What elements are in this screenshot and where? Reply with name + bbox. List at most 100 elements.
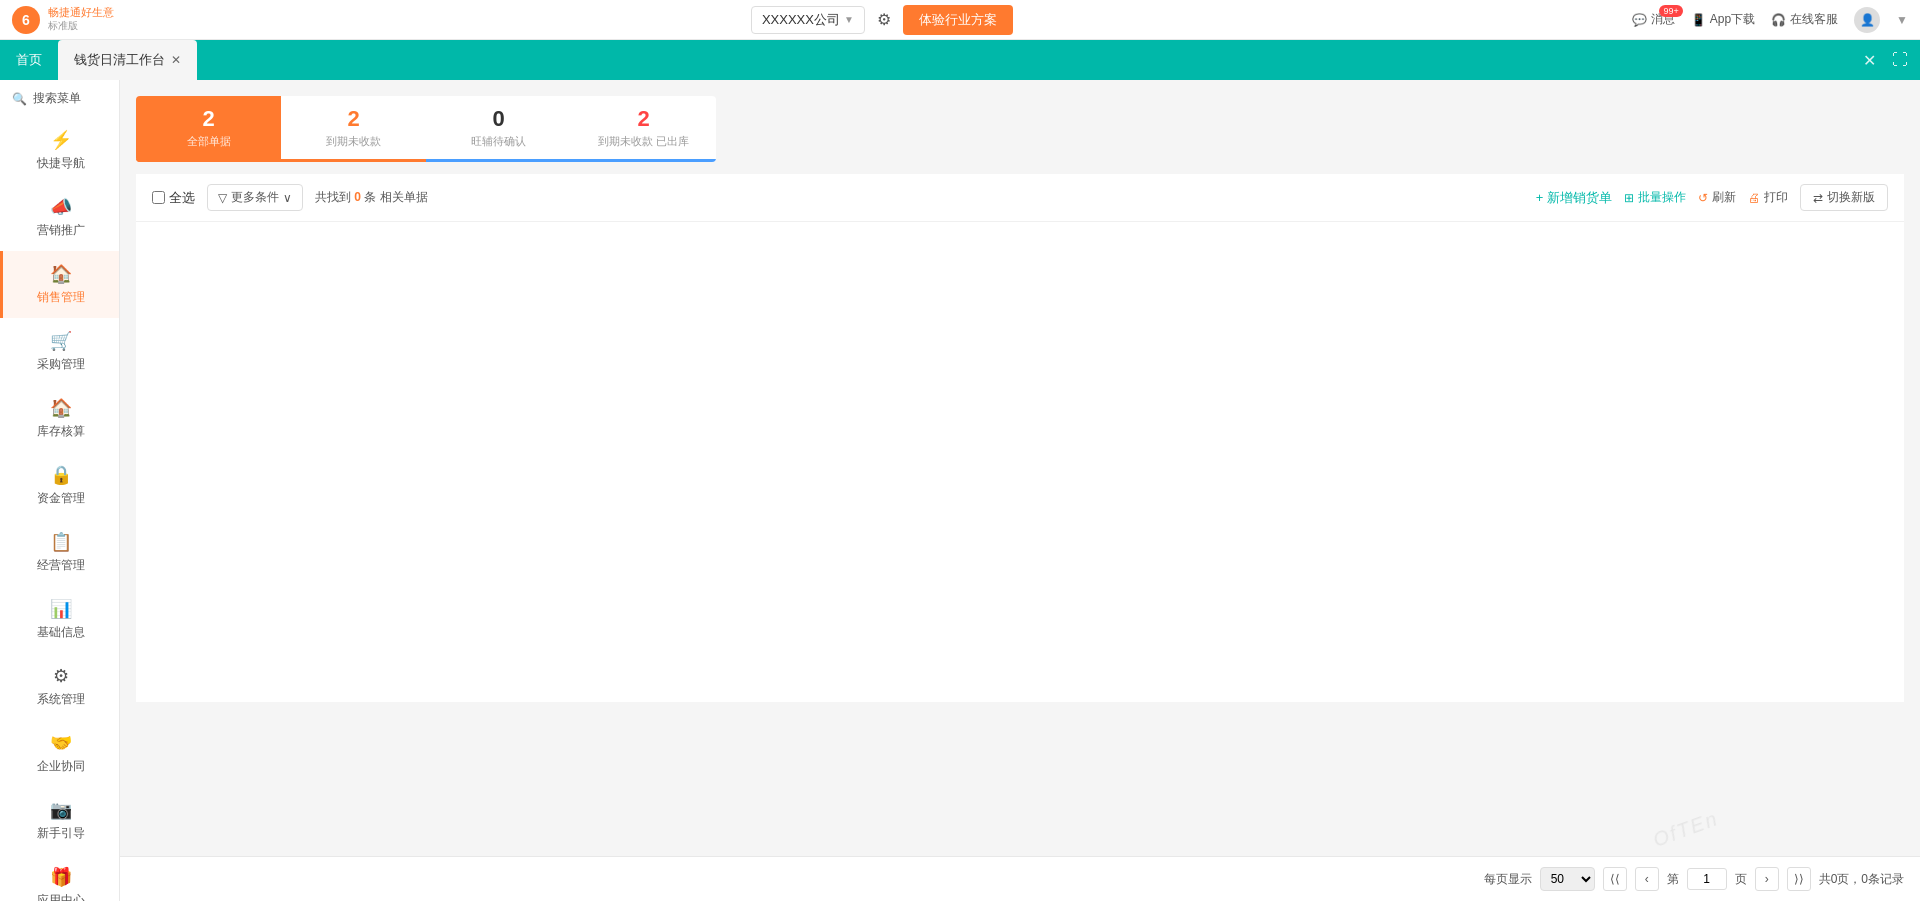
- sidebar-item-app-center[interactable]: 🎁 应用中心: [0, 854, 119, 901]
- page-last-btn[interactable]: ⟩⟩: [1787, 867, 1811, 891]
- content-area: 全选 ▽ 更多条件 ∨ 共找到 0 条 相关单据 + 新增销货单 ⊞: [136, 174, 1904, 702]
- sidebar-item-cooperation[interactable]: 🤝 企业协同: [0, 720, 119, 787]
- message-badge: 99+: [1659, 5, 1682, 17]
- online-service-item[interactable]: 🎧 在线客服: [1771, 11, 1838, 28]
- pagination-bar: 每页显示 50 100 200 ⟨⟨ ‹ 第 页 › ⟩⟩ 共0页，0条记录: [120, 856, 1920, 901]
- filter-label: 更多条件: [231, 189, 279, 206]
- message-item[interactable]: 💬 消息 99+: [1632, 11, 1675, 28]
- logo-sub: 标准版: [48, 19, 114, 33]
- print-btn[interactable]: 🖨 打印: [1748, 189, 1788, 206]
- avatar[interactable]: 👤: [1854, 7, 1880, 33]
- finance-icon: 🔒: [50, 464, 72, 486]
- page-next-btn[interactable]: ›: [1755, 867, 1779, 891]
- sidebar-item-base-info[interactable]: 📊 基础信息: [0, 586, 119, 653]
- select-all-label[interactable]: 全选: [152, 189, 195, 207]
- operations-icon: 📋: [50, 531, 72, 553]
- app-download-label: App下载: [1710, 11, 1755, 28]
- user-chevron-icon: ▼: [1896, 13, 1908, 27]
- batch-icon: ⊞: [1624, 191, 1634, 205]
- refresh-icon: ↺: [1698, 191, 1708, 205]
- sidebar-label-purchase: 采购管理: [37, 356, 85, 373]
- sales-icon: 🏠: [50, 263, 72, 285]
- logo-area: 6 畅捷通好生意 标准版: [12, 6, 132, 34]
- sidebar-item-sales[interactable]: 🏠 销售管理: [0, 251, 119, 318]
- stats-all-num: 2: [152, 106, 265, 132]
- page-unit: 页: [1735, 871, 1747, 888]
- inventory-icon: 🏠: [50, 397, 72, 419]
- quick-nav-icon: ⚡: [50, 129, 72, 151]
- switch-icon: ⇄: [1813, 191, 1823, 205]
- sidebar-item-guide[interactable]: 📷 新手引导: [0, 787, 119, 854]
- logo-icon: 6: [12, 6, 40, 34]
- sidebar-label-guide: 新手引导: [37, 825, 85, 842]
- tab-work-station[interactable]: 钱货日清工作台 ✕: [58, 40, 197, 80]
- base-info-icon: 📊: [50, 598, 72, 620]
- toolbar-left: 全选 ▽ 更多条件 ∨ 共找到 0 条 相关单据: [152, 184, 1524, 211]
- stats-tab-all[interactable]: 2 全部单据: [136, 96, 281, 162]
- found-prefix: 共找到: [315, 190, 351, 204]
- search-menu-item[interactable]: 🔍 搜索菜单: [0, 80, 119, 117]
- main-content: 2 全部单据 2 到期未收款 0 旺辅待确认 2 到期未收款 已出库 全选: [120, 80, 1920, 901]
- batch-btn[interactable]: ⊞ 批量操作: [1624, 189, 1686, 206]
- tab-close-icon[interactable]: ✕: [171, 53, 181, 67]
- sidebar-item-marketing[interactable]: 📣 营销推广: [0, 184, 119, 251]
- found-text: 共找到 0 条 相关单据: [315, 189, 428, 206]
- guide-icon: 📷: [50, 799, 72, 821]
- sidebar-item-finance[interactable]: 🔒 资金管理: [0, 452, 119, 519]
- experience-btn[interactable]: 体验行业方案: [903, 5, 1013, 35]
- stats-overdue-num: 2: [297, 106, 410, 132]
- stats-tab-pending[interactable]: 0 旺辅待确认: [426, 96, 571, 162]
- page-prev-btn[interactable]: ‹: [1635, 867, 1659, 891]
- sidebar-label-sales: 销售管理: [37, 289, 85, 306]
- tab-maximize-icon[interactable]: ⛶: [1888, 47, 1912, 73]
- found-count: 0: [354, 190, 361, 204]
- refresh-label: 刷新: [1712, 189, 1736, 206]
- settings-icon[interactable]: ⚙: [877, 10, 891, 29]
- sidebar-item-operations[interactable]: 📋 经营管理: [0, 519, 119, 586]
- sidebar-label-app-center: 应用中心: [37, 892, 85, 901]
- chevron-down-icon: ▼: [844, 14, 854, 25]
- sidebar-item-quick-nav[interactable]: ⚡ 快捷导航: [0, 117, 119, 184]
- new-sale-btn[interactable]: + 新增销货单: [1536, 189, 1612, 207]
- page-first-btn[interactable]: ⟨⟨: [1603, 867, 1627, 891]
- search-icon: 🔍: [12, 92, 27, 106]
- stats-tab-unshipped[interactable]: 2 到期未收款 已出库: [571, 96, 716, 162]
- page-input[interactable]: [1687, 868, 1727, 890]
- sidebar-label-marketing: 营销推广: [37, 222, 85, 239]
- page-size-select[interactable]: 50 100 200: [1540, 867, 1595, 891]
- page-label: 第: [1667, 871, 1679, 888]
- company-selector[interactable]: XXXXXX公司 ▼: [751, 6, 865, 34]
- print-icon: 🖨: [1748, 191, 1760, 205]
- toolbar: 全选 ▽ 更多条件 ∨ 共找到 0 条 相关单据 + 新增销货单 ⊞: [136, 174, 1904, 222]
- sidebar-item-purchase[interactable]: 🛒 采购管理: [0, 318, 119, 385]
- filter-btn[interactable]: ▽ 更多条件 ∨: [207, 184, 303, 211]
- switch-label: 切换新版: [1827, 189, 1875, 206]
- purchase-icon: 🛒: [50, 330, 72, 352]
- search-menu-label: 搜索菜单: [33, 90, 81, 107]
- page-size-label: 每页显示: [1484, 871, 1532, 888]
- found-unit: 条: [364, 190, 376, 204]
- tab-home[interactable]: 首页: [0, 40, 58, 80]
- print-label: 打印: [1764, 189, 1788, 206]
- sidebar-item-inventory[interactable]: 🏠 库存核算: [0, 385, 119, 452]
- marketing-icon: 📣: [50, 196, 72, 218]
- filter-icon: ▽: [218, 191, 227, 205]
- total-info: 共0页，0条记录: [1819, 871, 1904, 888]
- tab-bar: 首页 钱货日清工作台 ✕ ✕ ⛶: [0, 40, 1920, 80]
- company-name: XXXXXX公司: [762, 11, 840, 29]
- app-download-item[interactable]: 📱 App下载: [1691, 11, 1755, 28]
- stats-unshipped-num: 2: [587, 106, 700, 132]
- tab-minimize-icon[interactable]: ✕: [1859, 47, 1880, 74]
- switch-version-btn[interactable]: ⇄ 切换新版: [1800, 184, 1888, 211]
- table-body: [136, 222, 1904, 702]
- related-label: 相关单据: [380, 190, 428, 204]
- user-dropdown[interactable]: ▼: [1896, 13, 1908, 27]
- online-service-label: 在线客服: [1790, 11, 1838, 28]
- message-icon: 💬: [1632, 13, 1647, 27]
- sidebar-item-system[interactable]: ⚙ 系统管理: [0, 653, 119, 720]
- select-all-checkbox[interactable]: [152, 191, 165, 204]
- refresh-btn[interactable]: ↺ 刷新: [1698, 189, 1736, 206]
- service-icon: 🎧: [1771, 13, 1786, 27]
- select-all-text: 全选: [169, 189, 195, 207]
- stats-tab-overdue[interactable]: 2 到期未收款: [281, 96, 426, 162]
